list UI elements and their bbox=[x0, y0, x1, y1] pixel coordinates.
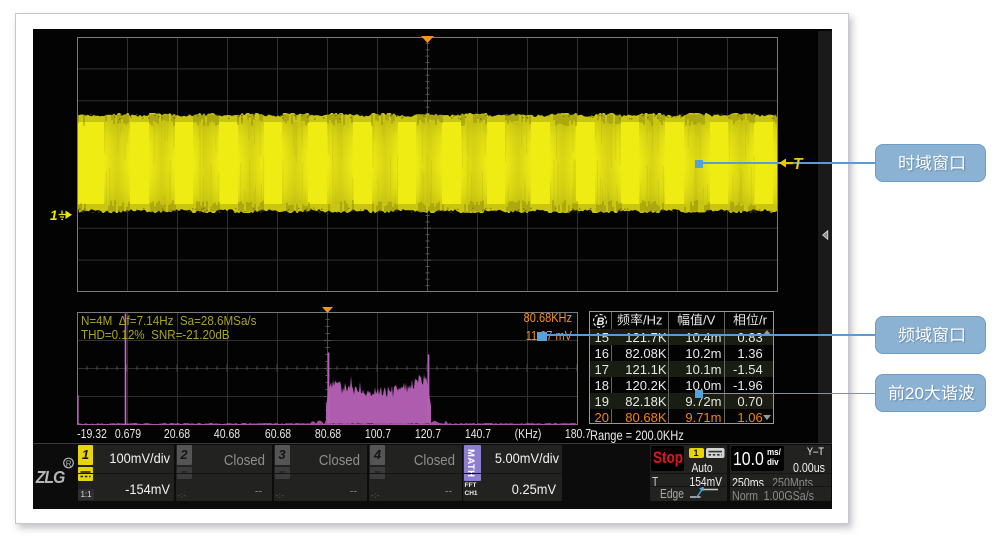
svg-text:ZLG: ZLG bbox=[35, 467, 65, 487]
svg-text:20: 20 bbox=[905, 384, 924, 403]
svg-text:B: B bbox=[597, 316, 605, 328]
svg-text:R: R bbox=[66, 459, 72, 468]
svg-text:/r: /r bbox=[759, 313, 767, 327]
svg-text:1: 1 bbox=[50, 208, 58, 223]
svg-text:/Hz: /Hz bbox=[643, 313, 663, 327]
svg-text:/V: /V bbox=[703, 313, 715, 327]
svg-text:T: T bbox=[793, 156, 804, 173]
